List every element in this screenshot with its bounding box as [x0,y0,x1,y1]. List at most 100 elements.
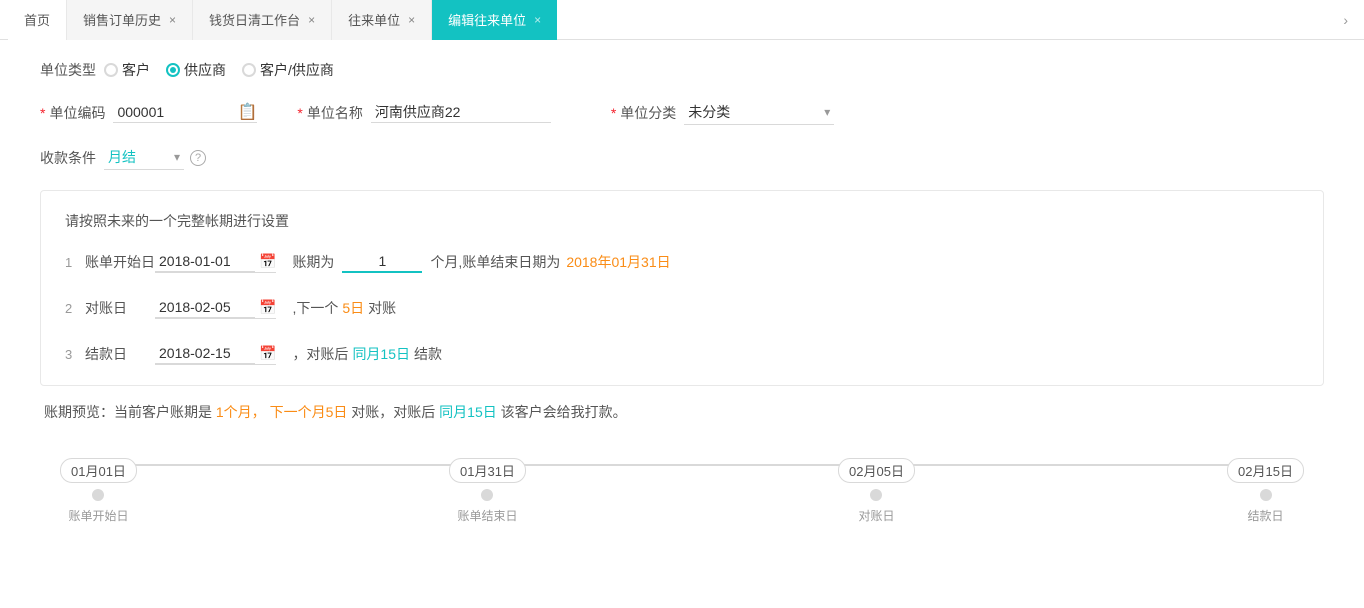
unit-type-row: 单位类型 客户 供应商 客户/供应商 [40,60,1324,80]
period-row-1: 1 账单开始日 📅 账期为 个月,账单结束日期为 2018年01月31日 [65,251,1299,273]
radio-supplier[interactable]: 供应商 [166,60,226,80]
radio-supplier-circle [166,63,180,77]
tab-counterparts[interactable]: 往来单位 × [332,0,432,40]
timeline-point-4: 02月15日 结款日 [1227,458,1304,524]
period-title: 请按照未来的一个完整帐期进行设置 [65,211,1299,231]
payment-terms-row: 收款条件 月结 ▾ ? [40,145,1324,170]
unit-code-label: 单位编码 [49,103,105,123]
doc-icon[interactable]: 📋 [237,102,257,122]
tab-cashier[interactable]: 钱货日清工作台 × [193,0,332,40]
period-row-3: 3 结款日 📅 ，对账后 同月15日 结款 [65,343,1299,365]
period-desc-2a: ,下一个 [292,298,338,318]
period-desc-3b: 结款 [414,344,442,364]
period-date-1-wrapper: 📅 [155,251,276,273]
period-date-2-wrapper: 📅 [155,297,276,319]
timeline-container: 01月01日 账单开始日 01月31日 账单结束日 02月05日 对账日 02月… [40,442,1324,524]
payment-terms-select[interactable]: 月结 ▾ [104,145,184,170]
unit-code-item: * 单位编码 📋 [40,102,257,123]
radio-customer-label: 客户 [122,60,150,80]
period-num-1: 1 [65,255,85,270]
calendar-icon-1[interactable]: 📅 [259,253,276,270]
tab-home[interactable]: 首页 [8,0,67,40]
period-label-2: 对账日 [85,298,155,318]
tab-counterparts-close[interactable]: × [408,13,415,27]
unit-name-star: * [297,105,302,121]
timeline-points: 01月01日 账单开始日 01月31日 账单结束日 02月05日 对账日 02月… [60,458,1304,524]
unit-name-label: 单位名称 [307,103,363,123]
period-date-1-input[interactable] [155,251,255,272]
preview-part4: 同月15日 [439,404,497,420]
radio-both-circle [242,63,256,77]
period-box: 请按照未来的一个完整帐期进行设置 1 账单开始日 📅 账期为 个月,账单结束日期… [40,190,1324,386]
period-desc-1a: 账期为 [292,252,334,272]
timeline-point-3: 02月05日 对账日 [838,458,915,524]
tl-badge-2: 01月31日 [449,458,526,483]
unit-code-input[interactable] [113,102,233,122]
period-next-day: 5日 [342,298,364,318]
tab-edit-counterpart[interactable]: 编辑往来单位 × [432,0,557,40]
page-content: 单位类型 客户 供应商 客户/供应商 * 单位编码 [0,40,1364,608]
tab-cashier-close[interactable]: × [308,13,315,27]
unit-info-row: * 单位编码 📋 * 单位名称 * 单位分类 未分类 ▾ [40,100,1324,125]
payment-terms-label: 收款条件 [40,148,96,168]
period-date-3-wrapper: 📅 [155,343,276,365]
unit-category-value: 未分类 [688,102,816,122]
unit-category-arrow: ▾ [824,105,830,119]
tab-counterparts-label: 往来单位 [348,10,400,29]
unit-type-radio-group: 客户 供应商 客户/供应商 [104,60,334,80]
preview-part1: 1个月， [216,404,266,420]
tl-dot-2 [481,489,493,501]
radio-customer[interactable]: 客户 [104,60,150,80]
unit-category-star: * [611,105,616,121]
period-date-3-input[interactable] [155,343,255,364]
tab-sales-history[interactable]: 销售订单历史 × [67,0,193,40]
radio-supplier-label: 供应商 [184,60,226,80]
period-label-1: 账单开始日 [85,252,155,272]
tab-cashier-label: 钱货日清工作台 [209,10,300,29]
period-desc-1b: 个月,账单结束日期为 [430,252,560,272]
unit-name-item: * 单位名称 [297,102,550,123]
radio-customer-circle [104,63,118,77]
tab-sales-history-label: 销售订单历史 [83,10,161,29]
preview-part3: 对账，对账后 [351,404,435,420]
tab-edit-counterpart-close[interactable]: × [534,13,541,27]
period-row-2: 2 对账日 📅 ,下一个 5日 对账 [65,297,1299,319]
preview-part5: 该客户会给我打款。 [501,404,627,420]
period-pay-day: 同月15日 [352,344,410,364]
unit-code-star: * [40,105,45,121]
unit-type-item: 单位类型 客户 供应商 客户/供应商 [40,60,334,80]
radio-both[interactable]: 客户/供应商 [242,60,334,80]
tabs-arrow[interactable]: › [1335,12,1356,28]
preview-part2: 下一个月5日 [270,404,348,420]
period-desc-3a: ，对账后 [292,344,348,364]
tabs-bar: 首页 销售订单历史 × 钱货日清工作台 × 往来单位 × 编辑往来单位 × › [0,0,1364,40]
period-end-date: 2018年01月31日 [566,252,670,272]
tl-badge-1: 01月01日 [60,458,137,483]
period-date-2-input[interactable] [155,297,255,318]
tab-sales-history-close[interactable]: × [169,13,176,27]
tl-badge-4: 02月15日 [1227,458,1304,483]
payment-terms-item: 收款条件 月结 ▾ ? [40,145,206,170]
preview-section: 账期预览：当前客户账期是 1个月， 下一个月5日 对账，对账后 同月15日 该客… [40,402,1324,422]
period-months-input[interactable] [342,251,422,273]
calendar-icon-3[interactable]: 📅 [259,345,276,362]
tl-label-2: 账单结束日 [457,507,517,524]
period-num-3: 3 [65,347,85,362]
unit-name-input[interactable] [371,102,551,123]
timeline-line [80,464,1284,466]
period-desc-2b: 对账 [368,298,396,318]
unit-category-select[interactable]: 未分类 ▾ [684,100,834,125]
preview-label: 账期预览：当前客户账期是 [44,404,212,420]
tab-edit-counterpart-label: 编辑往来单位 [448,10,526,29]
unit-code-input-wrapper: 📋 [113,102,257,123]
calendar-icon-2[interactable]: 📅 [259,299,276,316]
payment-terms-arrow: ▾ [174,150,180,164]
tab-home-label: 首页 [24,10,50,29]
help-icon[interactable]: ? [190,150,206,166]
unit-type-label: 单位类型 [40,60,96,80]
period-num-2: 2 [65,301,85,316]
period-label-3: 结款日 [85,344,155,364]
radio-both-label: 客户/供应商 [260,60,334,80]
tl-label-4: 结款日 [1248,507,1284,524]
tl-dot-3 [870,489,882,501]
